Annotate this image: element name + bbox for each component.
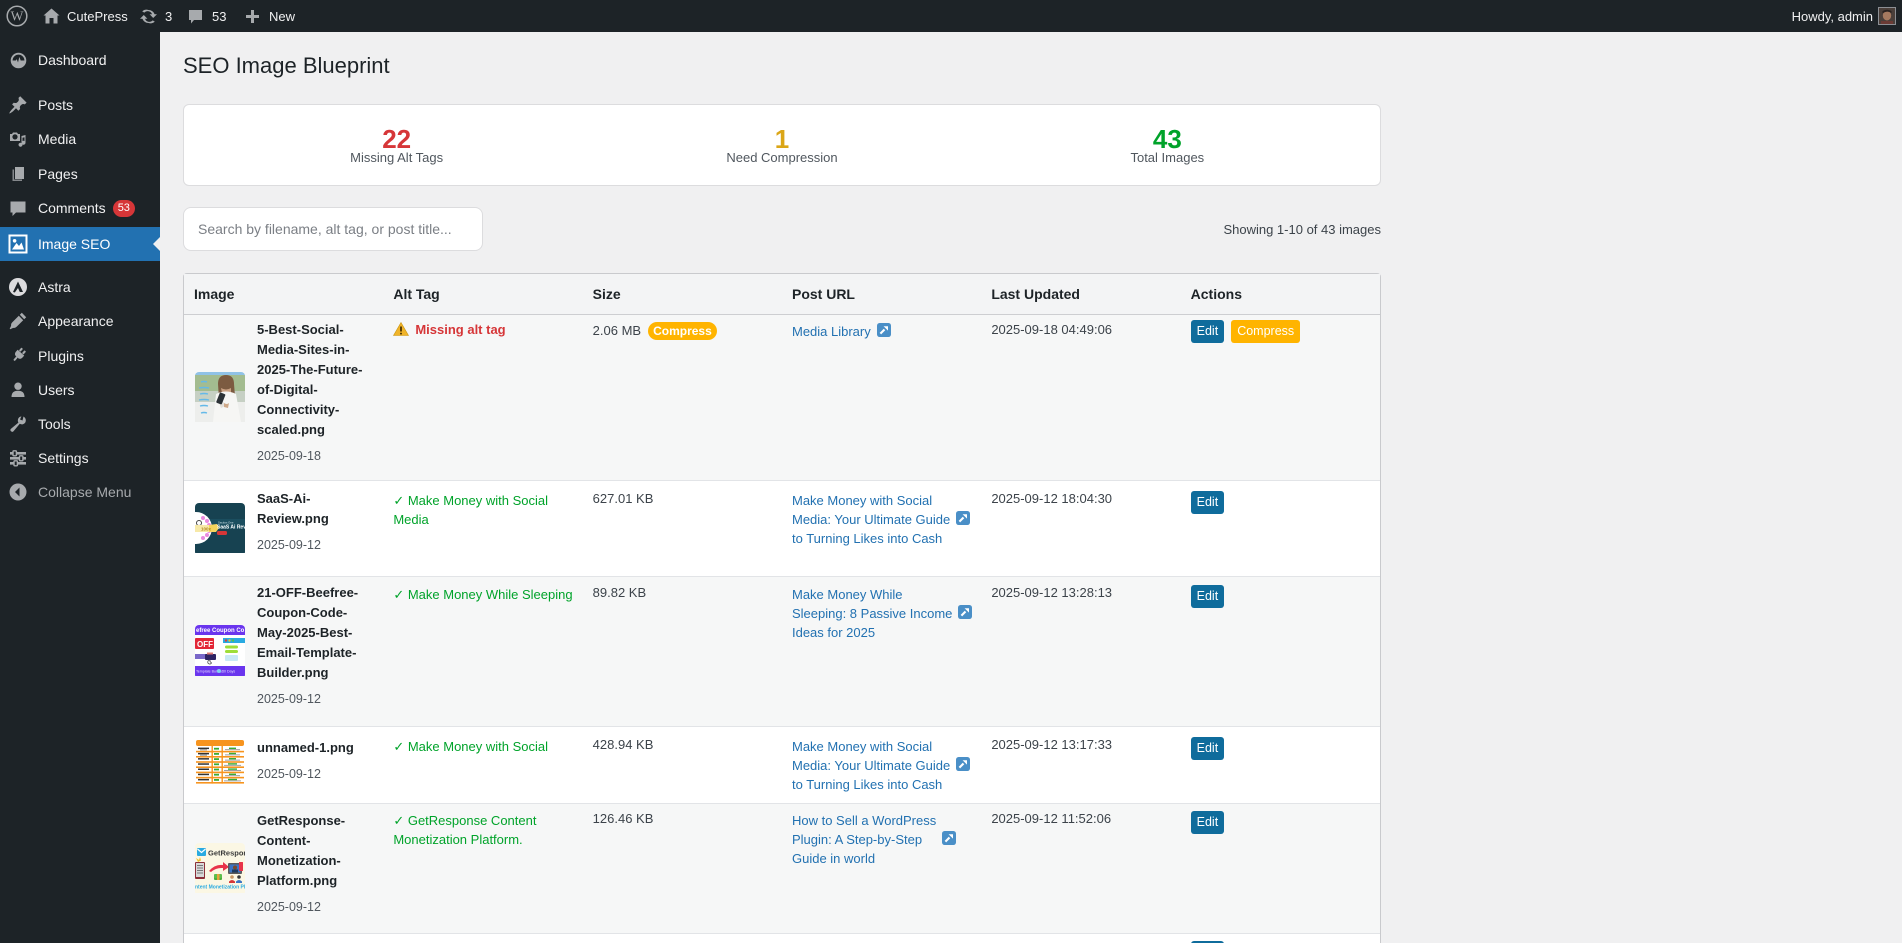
svg-text:W: W [11, 9, 24, 24]
svg-text:efree Coupon Co: efree Coupon Co [196, 628, 245, 634]
svg-text:30 Days: 30 Days [222, 669, 235, 673]
svg-text:SaaS Ai Review: SaaS Ai Review [217, 524, 245, 530]
svg-text:100x: 100x [201, 526, 212, 531]
svg-text:OFF: OFF [197, 640, 213, 649]
svg-text:GetResponse: GetResponse [208, 848, 245, 857]
svg-text:ntent Monetization Platfo: ntent Monetization Platfo [195, 884, 245, 890]
